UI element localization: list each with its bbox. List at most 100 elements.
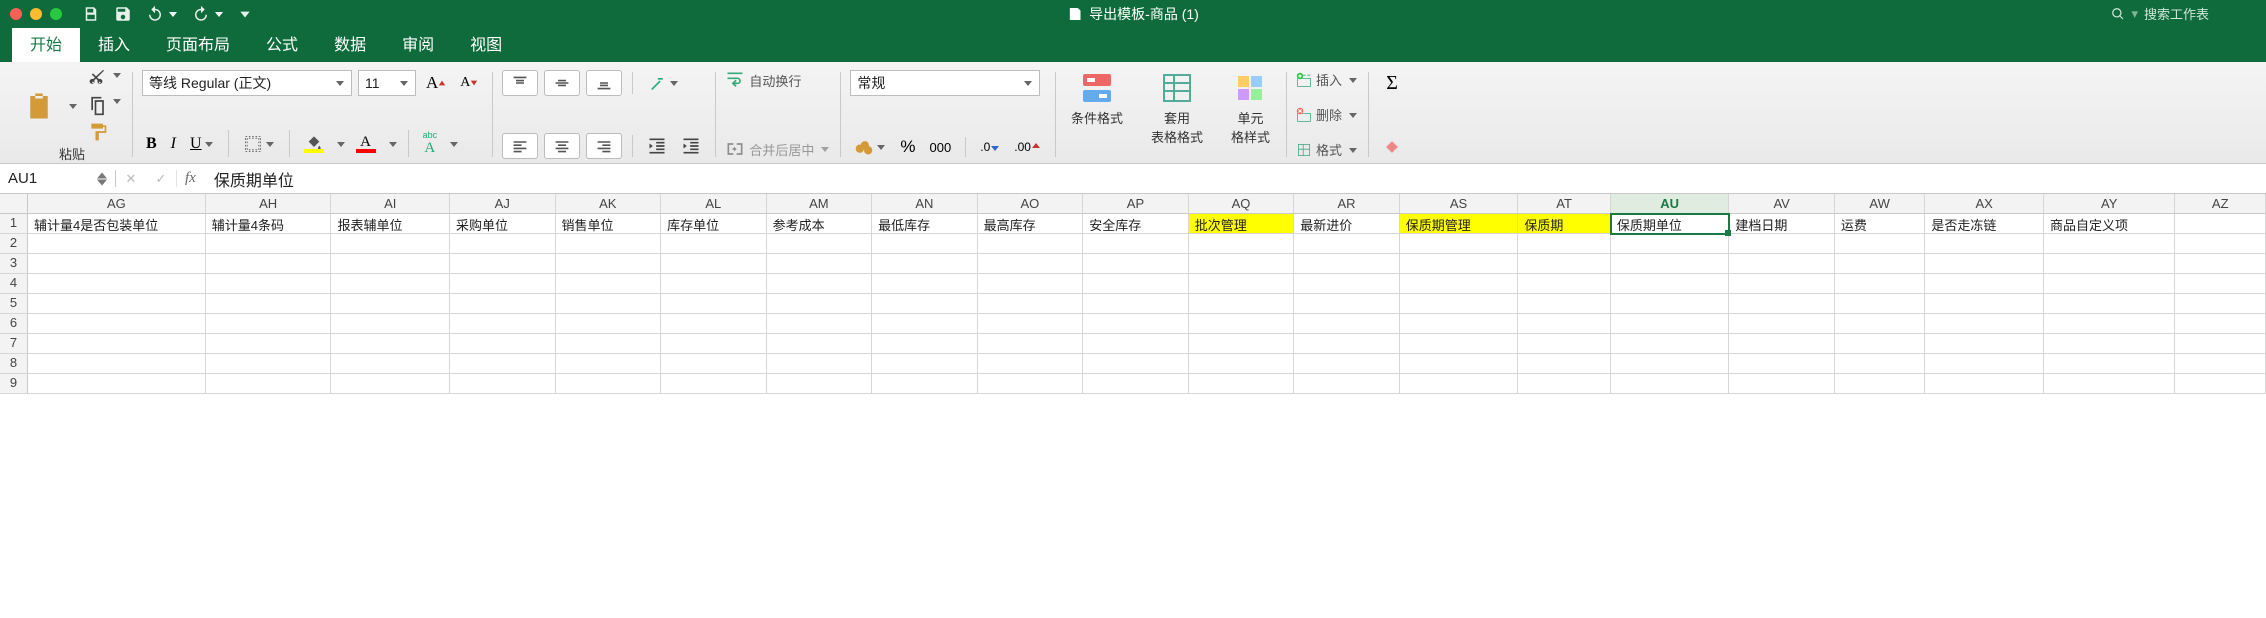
cell[interactable] [978, 374, 1084, 394]
sheet-search[interactable]: ▾ [2111, 6, 2254, 22]
cell[interactable] [450, 334, 556, 354]
insert-cells-button[interactable]: 插入 [1296, 70, 1358, 89]
conditional-format-button[interactable]: 条件格式 [1065, 70, 1129, 129]
cell[interactable] [1611, 314, 1730, 334]
redo-split[interactable] [192, 5, 224, 23]
cell[interactable] [1400, 374, 1519, 394]
row-header[interactable]: 1 [0, 214, 28, 234]
cell[interactable] [1729, 254, 1835, 274]
cell[interactable] [1925, 314, 2044, 334]
column-header[interactable]: AX [1925, 194, 2044, 214]
cell[interactable] [872, 274, 978, 294]
cell[interactable]: 建档日期 [1729, 214, 1835, 234]
cell[interactable] [1189, 374, 1295, 394]
cell[interactable] [556, 274, 662, 294]
number-format-combo[interactable]: 常规 [850, 70, 1040, 96]
cell[interactable] [1083, 274, 1189, 294]
column-header[interactable]: AG [28, 194, 206, 214]
cell[interactable] [2044, 374, 2176, 394]
cell[interactable] [661, 234, 767, 254]
cell[interactable] [331, 294, 450, 314]
align-middle-button[interactable] [544, 70, 580, 96]
column-header[interactable]: AU [1611, 194, 1730, 214]
bold-button[interactable]: B [142, 133, 161, 155]
cell[interactable] [872, 254, 978, 274]
cell[interactable] [2044, 334, 2176, 354]
cell[interactable]: 保质期 [1518, 214, 1611, 234]
cell[interactable] [28, 234, 206, 254]
cell[interactable] [1518, 334, 1611, 354]
font-size-combo[interactable]: 11 [358, 70, 416, 96]
cell[interactable] [450, 274, 556, 294]
cell[interactable] [1189, 334, 1295, 354]
cell[interactable]: 安全库存 [1083, 214, 1189, 234]
cell[interactable] [1400, 334, 1519, 354]
cell[interactable] [1925, 374, 2044, 394]
cell[interactable] [1835, 354, 1926, 374]
cell[interactable] [206, 274, 332, 294]
column-header[interactable]: AL [661, 194, 767, 214]
cell[interactable] [978, 274, 1084, 294]
cell[interactable] [1294, 334, 1400, 354]
cell[interactable] [556, 374, 662, 394]
accept-formula-button[interactable]: ✓ [146, 171, 176, 187]
align-bottom-button[interactable] [586, 70, 622, 96]
cell[interactable] [661, 254, 767, 274]
row-header[interactable]: 8 [0, 354, 28, 374]
column-header[interactable]: AQ [1189, 194, 1295, 214]
cell[interactable]: 最新进价 [1294, 214, 1400, 234]
cell[interactable] [1294, 314, 1400, 334]
cell[interactable] [1083, 314, 1189, 334]
decrease-decimal-button[interactable]: .00 [1010, 138, 1045, 156]
column-header[interactable]: AN [872, 194, 978, 214]
cell[interactable] [28, 254, 206, 274]
cell[interactable] [556, 254, 662, 274]
cell[interactable] [2175, 254, 2266, 274]
font-color-button[interactable]: A [352, 132, 380, 155]
cell[interactable] [767, 274, 873, 294]
close-window[interactable] [10, 8, 22, 20]
cell[interactable] [1400, 294, 1519, 314]
column-header[interactable]: AI [331, 194, 450, 214]
cell[interactable]: 保质期管理 [1400, 214, 1519, 234]
column-header[interactable]: AS [1400, 194, 1519, 214]
cell[interactable] [450, 234, 556, 254]
column-header[interactable]: AW [1835, 194, 1926, 214]
cell[interactable]: 库存单位 [661, 214, 767, 234]
cell[interactable] [1611, 274, 1730, 294]
undo-split[interactable] [146, 5, 178, 23]
cell[interactable]: 报表辅单位 [331, 214, 450, 234]
cell[interactable] [2175, 234, 2266, 254]
cell[interactable] [331, 274, 450, 294]
cell[interactable] [1189, 354, 1295, 374]
cell[interactable] [1189, 274, 1295, 294]
cell[interactable] [661, 314, 767, 334]
cell[interactable] [1925, 234, 2044, 254]
cell[interactable] [1189, 234, 1295, 254]
cell[interactable] [978, 294, 1084, 314]
cell[interactable] [1083, 354, 1189, 374]
cell[interactable] [1083, 254, 1189, 274]
increase-font-button[interactable]: A [422, 71, 450, 95]
merge-center-button[interactable]: 合并后居中 [725, 139, 830, 159]
column-header[interactable]: AO [978, 194, 1084, 214]
tab-view[interactable]: 视图 [452, 23, 520, 62]
cell[interactable] [1400, 234, 1519, 254]
cell[interactable] [661, 334, 767, 354]
row-header[interactable]: 6 [0, 314, 28, 334]
copy-button[interactable] [88, 96, 122, 116]
cell[interactable] [1294, 374, 1400, 394]
cell[interactable] [1083, 234, 1189, 254]
row-header[interactable]: 4 [0, 274, 28, 294]
cell[interactable] [206, 354, 332, 374]
cell[interactable] [1611, 354, 1730, 374]
comma-button[interactable]: 000 [926, 138, 956, 157]
table-format-button[interactable]: 套用 表格格式 [1145, 70, 1209, 148]
cell[interactable] [1835, 234, 1926, 254]
cell[interactable] [872, 314, 978, 334]
tab-data[interactable]: 数据 [316, 23, 384, 62]
cell[interactable] [872, 354, 978, 374]
cell[interactable] [1083, 374, 1189, 394]
cell[interactable] [2044, 354, 2176, 374]
cell[interactable] [1611, 254, 1730, 274]
